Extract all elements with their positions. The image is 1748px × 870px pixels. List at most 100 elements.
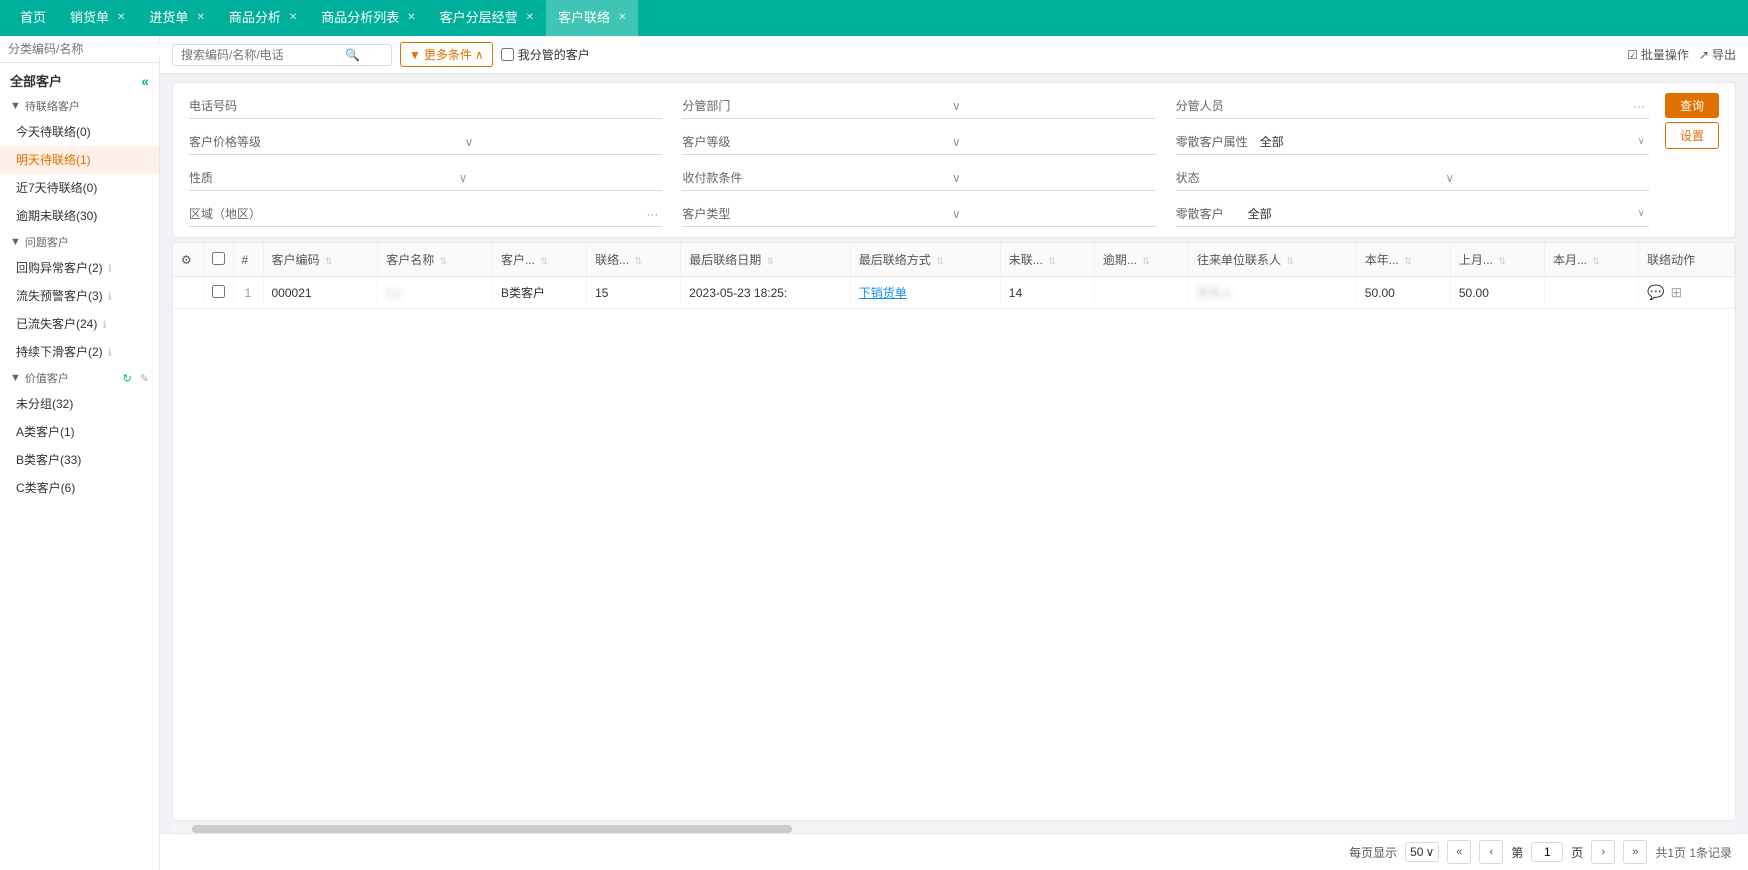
close-purchase-icon[interactable]: ✕ <box>196 0 204 36</box>
first-page-button[interactable]: « <box>1447 840 1471 864</box>
sidebar-content: 全部客户 « ▼ 待联络客户 今天待联络(0) 明天待联络(1) 近7天待联络(… <box>0 63 159 870</box>
sidebar-collapse-icon[interactable]: « <box>141 73 149 89</box>
sidebar-item-today[interactable]: 今天待联络(0) <box>0 118 159 146</box>
sidebar-section-problem[interactable]: ▼ 问题客户 <box>0 230 159 254</box>
sidebar-item-classB[interactable]: B类客户(33) <box>0 446 159 474</box>
close-sales-icon[interactable]: ✕ <box>117 0 125 36</box>
col-gear[interactable]: ⚙ <box>173 243 203 277</box>
col-last-method[interactable]: 最后联络方式 ⇅ <box>850 243 1000 277</box>
filter-retail-attr-label: 零散客户属性 <box>1176 133 1248 150</box>
filter-phone-label: 电话号码 <box>189 97 249 114</box>
row-uncontacted-cell: 14 <box>1000 277 1094 309</box>
my-customers-checkbox[interactable] <box>501 48 514 61</box>
col-uncontacted[interactable]: 未联... ⇅ <box>1000 243 1094 277</box>
col-num: # <box>233 243 263 277</box>
gear-settings-icon[interactable]: ⚙ <box>181 253 192 267</box>
col-contact[interactable]: 联络... ⇅ <box>587 243 681 277</box>
ellipsis-region-icon[interactable]: ··· <box>646 207 658 221</box>
close-analysis-icon[interactable]: ✕ <box>289 0 297 36</box>
sort-type-icon: ⇅ <box>540 256 548 266</box>
prev-page-button[interactable]: ‹ <box>1479 840 1503 864</box>
close-analysis-list-icon[interactable]: ✕ <box>407 0 415 36</box>
nav-home[interactable]: 首页 <box>8 0 58 36</box>
sort-last-method-icon: ⇅ <box>936 256 944 266</box>
sidebar-search-input[interactable] <box>8 42 163 56</box>
row-this-year-cell: 50.00 <box>1356 277 1450 309</box>
sidebar-item-overdue[interactable]: 逾期未联络(30) <box>0 202 159 230</box>
my-customers-checkbox-label[interactable]: 我分管的客户 <box>501 46 590 63</box>
nav-analysis[interactable]: 商品分析 ✕ <box>217 0 309 36</box>
filter-customer-type: 客户类型 ∨ <box>682 201 1155 227</box>
ellipsis-manager-icon[interactable]: ··· <box>1633 99 1645 113</box>
sidebar-item-tomorrow[interactable]: 明天待联络(1) <box>0 146 159 174</box>
col-contacts[interactable]: 往来单位联系人 ⇅ <box>1189 243 1357 277</box>
main-search-icon[interactable]: 🔍 <box>345 48 360 62</box>
row-last-method-link[interactable]: 下销货单 <box>859 286 907 300</box>
query-button[interactable]: 查询 <box>1665 93 1719 118</box>
nav-customer-contact[interactable]: 客户联络 ✕ <box>546 0 638 36</box>
filter-phone-input[interactable] <box>257 99 658 113</box>
filter-payment-select[interactable]: ∨ <box>750 171 1151 185</box>
filter-customer-grade-select[interactable]: ∨ <box>750 135 1151 149</box>
col-type[interactable]: 客户... ⇅ <box>492 243 586 277</box>
col-this-month[interactable]: 本月... ⇅ <box>1544 243 1638 277</box>
col-code[interactable]: 客户编码 ⇅ <box>263 243 378 277</box>
edit-value-icon[interactable]: ✎ <box>140 372 149 385</box>
refresh-value-icon[interactable]: ↻ <box>123 372 132 385</box>
filter-dept-select[interactable]: ∨ <box>750 99 1151 113</box>
sidebar-item-repeated[interactable]: 回购异常客户(2) ℹ <box>0 254 159 282</box>
filter-fields: 电话号码 分管部门 ∨ 分管人员 <box>189 93 1649 227</box>
sidebar-all-customers[interactable]: 全部客户 « <box>0 63 159 94</box>
main-search-input[interactable] <box>181 48 341 62</box>
per-page-select[interactable]: 50 ∨ <box>1405 842 1439 862</box>
col-overdue[interactable]: 逾期... ⇅ <box>1094 243 1188 277</box>
scrollbar-thumb[interactable] <box>192 825 792 833</box>
bulk-action-button[interactable]: ☑ 批量操作 <box>1627 46 1689 63</box>
sidebar-item-classC[interactable]: C类客户(6) <box>0 474 159 502</box>
sidebar-section-pending[interactable]: ▼ 待联络客户 <box>0 94 159 118</box>
sort-name-icon: ⇅ <box>440 256 448 266</box>
sidebar-item-declining[interactable]: 持续下滑客户(2) ℹ <box>0 338 159 366</box>
col-this-year[interactable]: 本年... ⇅ <box>1356 243 1450 277</box>
more-filter-button[interactable]: ▼ 更多条件 ∧ <box>400 42 493 67</box>
col-last-date[interactable]: 最后联络日期 ⇅ <box>681 243 851 277</box>
page-suffix: 页 <box>1571 844 1583 861</box>
comment-action-icon[interactable]: 💬 <box>1647 284 1664 301</box>
col-last-month[interactable]: 上月... ⇅ <box>1450 243 1544 277</box>
close-customer-contact-icon[interactable]: ✕ <box>618 0 626 36</box>
sort-this-month-icon: ⇅ <box>1592 256 1600 266</box>
sidebar-item-classA[interactable]: A类客户(1) <box>0 418 159 446</box>
sidebar-item-losing[interactable]: 流失预警客户(3) ℹ <box>0 282 159 310</box>
filter-status-select[interactable]: ∨ <box>1244 171 1645 185</box>
next-page-button[interactable]: › <box>1591 840 1615 864</box>
sidebar-section-value[interactable]: ▼ 价值客户 ↻ ✎ <box>0 366 159 390</box>
filter-customer-type-select[interactable]: ∨ <box>750 207 1151 221</box>
nav-analysis-list[interactable]: 商品分析列表 ✕ <box>309 0 427 36</box>
close-customer-segment-icon[interactable]: ✕ <box>526 0 534 36</box>
last-page-button[interactable]: » <box>1623 840 1647 864</box>
nav-customer-segment[interactable]: 客户分层经营 ✕ <box>428 0 546 36</box>
filter-payment: 收付款条件 ∨ <box>682 165 1155 191</box>
sort-contacts-icon: ⇅ <box>1286 256 1294 266</box>
sidebar-item-ungrouped[interactable]: 未分组(32) <box>0 390 159 418</box>
sidebar-item-week7[interactable]: 近7天待联络(0) <box>0 174 159 202</box>
toolbar-right: ☑ 批量操作 ↗ 导出 <box>1627 46 1736 63</box>
filter-price-grade-select[interactable]: ∨ <box>269 135 658 149</box>
horizontal-scrollbar[interactable] <box>172 825 1736 833</box>
sidebar-item-lost[interactable]: 已流失客户(24) ℹ <box>0 310 159 338</box>
triangle-problem-icon: ▼ <box>10 236 21 248</box>
info-icon-losing: ℹ <box>108 292 112 303</box>
nav-sales[interactable]: 销货单 ✕ <box>58 0 137 36</box>
select-all-checkbox[interactable] <box>212 252 225 265</box>
filter-nature-select[interactable]: ∨ <box>257 171 658 185</box>
row-last-method-cell[interactable]: 下销货单 <box>850 277 1000 309</box>
export-button[interactable]: ↗ 导出 <box>1699 46 1736 63</box>
filter-row-3: 性质 ∨ 收付款条件 ∨ <box>189 165 1649 191</box>
sidebar: 🔍 全部客户 « ▼ 待联络客户 今天待联络(0) 明天待联络(1) 近7天待联… <box>0 36 160 870</box>
col-name[interactable]: 客户名称 ⇅ <box>378 243 493 277</box>
nav-purchase[interactable]: 进货单 ✕ <box>137 0 216 36</box>
page-number-input[interactable] <box>1531 842 1563 862</box>
row-checkbox[interactable] <box>212 285 225 298</box>
qr-action-icon[interactable]: ⊞ <box>1671 284 1683 301</box>
settings-button[interactable]: 设置 <box>1665 122 1719 149</box>
